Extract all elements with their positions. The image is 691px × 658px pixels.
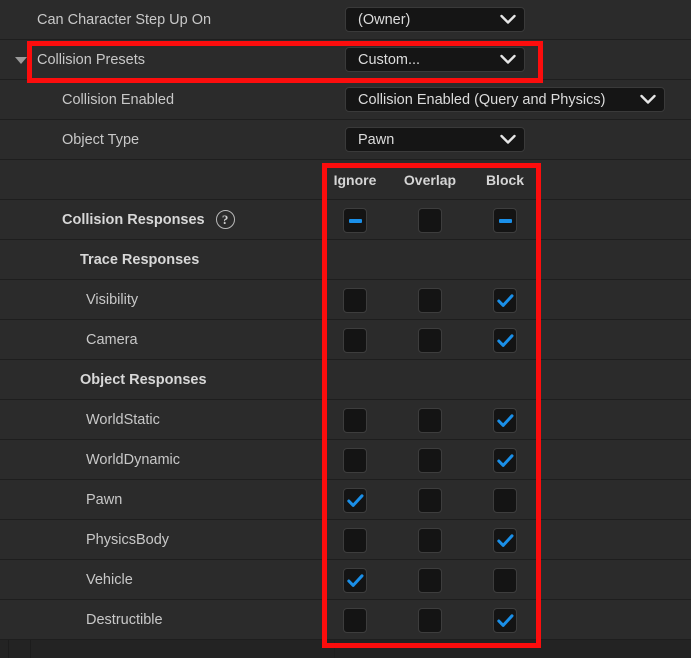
checkbox-collision-responses-block[interactable] <box>493 208 517 233</box>
dropdown-can_character_step_up_on[interactable]: (Owner) <box>345 7 525 32</box>
checkbox-visibility-ignore[interactable] <box>343 288 367 313</box>
checkbox-worldstatic-block[interactable] <box>493 408 517 433</box>
dropdown-collision_enabled[interactable]: Collision Enabled (Query and Physics) <box>345 87 665 112</box>
checkbox-destructible-overlap[interactable] <box>418 608 442 633</box>
checkbox-vehicle-overlap[interactable] <box>418 568 442 593</box>
expander-collision_presets[interactable] <box>13 52 29 68</box>
dropdown-value-can_character_step_up_on: (Owner) <box>358 11 411 28</box>
response-label-vehicle: Vehicle <box>86 571 133 588</box>
response-matrix-header-row: Ignore Overlap Block <box>0 160 691 200</box>
dash-icon <box>348 218 362 223</box>
checkbox-worlddynamic-ignore[interactable] <box>343 448 367 473</box>
chevron-down-icon <box>490 54 516 65</box>
response-row-vehicle: Vehicle <box>0 560 691 600</box>
checkbox-worldstatic-overlap[interactable] <box>418 408 442 433</box>
dropdown-value-collision_enabled: Collision Enabled (Query and Physics) <box>358 91 606 108</box>
checkbox-vehicle-ignore[interactable] <box>343 568 367 593</box>
checkbox-pawn-ignore[interactable] <box>343 488 367 513</box>
checkbox-physicsbody-ignore[interactable] <box>343 528 367 553</box>
checkbox-pawn-overlap[interactable] <box>418 488 442 513</box>
chevron-down-icon <box>490 134 516 145</box>
chevron-down-icon <box>490 14 516 25</box>
checkbox-visibility-block[interactable] <box>493 288 517 313</box>
dash-icon <box>498 218 512 223</box>
checkbox-worldstatic-ignore[interactable] <box>343 408 367 433</box>
response-row-pawn: Pawn <box>0 480 691 520</box>
checkbox-collision-responses-overlap[interactable] <box>418 208 442 233</box>
response-row-visibility: Visibility <box>0 280 691 320</box>
response-row-trace-responses: Trace Responses <box>0 240 691 280</box>
column-header-ignore: Ignore <box>333 171 377 188</box>
dropdown-collision_presets[interactable]: Custom... <box>345 47 525 72</box>
checkbox-destructible-block[interactable] <box>493 608 517 633</box>
dropdown-value-collision_presets: Custom... <box>358 51 421 68</box>
response-label-worlddynamic: WorldDynamic <box>86 451 181 468</box>
response-row-worldstatic: WorldStatic <box>0 400 691 440</box>
response-label-worldstatic: WorldStatic <box>86 411 160 428</box>
response-label-pawn: Pawn <box>86 491 123 508</box>
checkbox-camera-block[interactable] <box>493 328 517 353</box>
response-row-destructible: Destructible <box>0 600 691 640</box>
response-label-physicsbody: PhysicsBody <box>86 531 170 548</box>
checkbox-camera-overlap[interactable] <box>418 328 442 353</box>
response-label-object-responses: Object Responses <box>80 371 207 388</box>
response-row-physicsbody: PhysicsBody <box>0 520 691 560</box>
dropdown-object_type[interactable]: Pawn <box>345 127 525 152</box>
response-row-object-responses: Object Responses <box>0 360 691 400</box>
column-header-overlap: Overlap <box>403 171 457 188</box>
checkbox-vehicle-block[interactable] <box>493 568 517 593</box>
checkbox-worlddynamic-block[interactable] <box>493 448 517 473</box>
property-row-object_type: Object Type Pawn <box>0 120 691 160</box>
help-icon[interactable]: ? <box>215 210 235 229</box>
checkbox-worlddynamic-overlap[interactable] <box>418 448 442 473</box>
response-row-worlddynamic: WorldDynamic <box>0 440 691 480</box>
response-label-camera: Camera <box>86 331 138 348</box>
dropdown-value-object_type: Pawn <box>358 131 395 148</box>
response-row-collision-responses: Collision Responses? <box>0 200 691 240</box>
property-row-can_character_step_up_on: Can Character Step Up On (Owner) <box>0 0 691 40</box>
property-label-collision_enabled: Collision Enabled <box>62 91 175 108</box>
collision-settings-panel: Can Character Step Up On (Owner) Collision… <box>0 0 691 658</box>
triangle-down-icon <box>15 56 27 64</box>
response-label-visibility: Visibility <box>86 291 139 308</box>
checkbox-camera-ignore[interactable] <box>343 328 367 353</box>
chevron-down-icon <box>630 94 656 105</box>
checkbox-collision-responses-ignore[interactable] <box>343 208 367 233</box>
response-label-destructible: Destructible <box>86 611 163 628</box>
checkbox-visibility-overlap[interactable] <box>418 288 442 313</box>
checkbox-physicsbody-block[interactable] <box>493 528 517 553</box>
checkbox-physicsbody-overlap[interactable] <box>418 528 442 553</box>
property-label-object_type: Object Type <box>62 131 140 148</box>
property-row-collision_presets: Collision Presets Custom... <box>0 40 691 80</box>
response-row-camera: Camera <box>0 320 691 360</box>
property-row-collision_enabled: Collision Enabled Collision Enabled (Quer… <box>0 80 691 120</box>
response-label-collision-responses: Collision Responses? <box>62 200 235 239</box>
property-label-can_character_step_up_on: Can Character Step Up On <box>37 11 212 28</box>
property-label-collision_presets: Collision Presets <box>37 51 145 68</box>
column-header-block: Block <box>485 171 525 188</box>
checkbox-destructible-ignore[interactable] <box>343 608 367 633</box>
response-label-trace-responses: Trace Responses <box>80 251 200 268</box>
checkbox-pawn-block[interactable] <box>493 488 517 513</box>
